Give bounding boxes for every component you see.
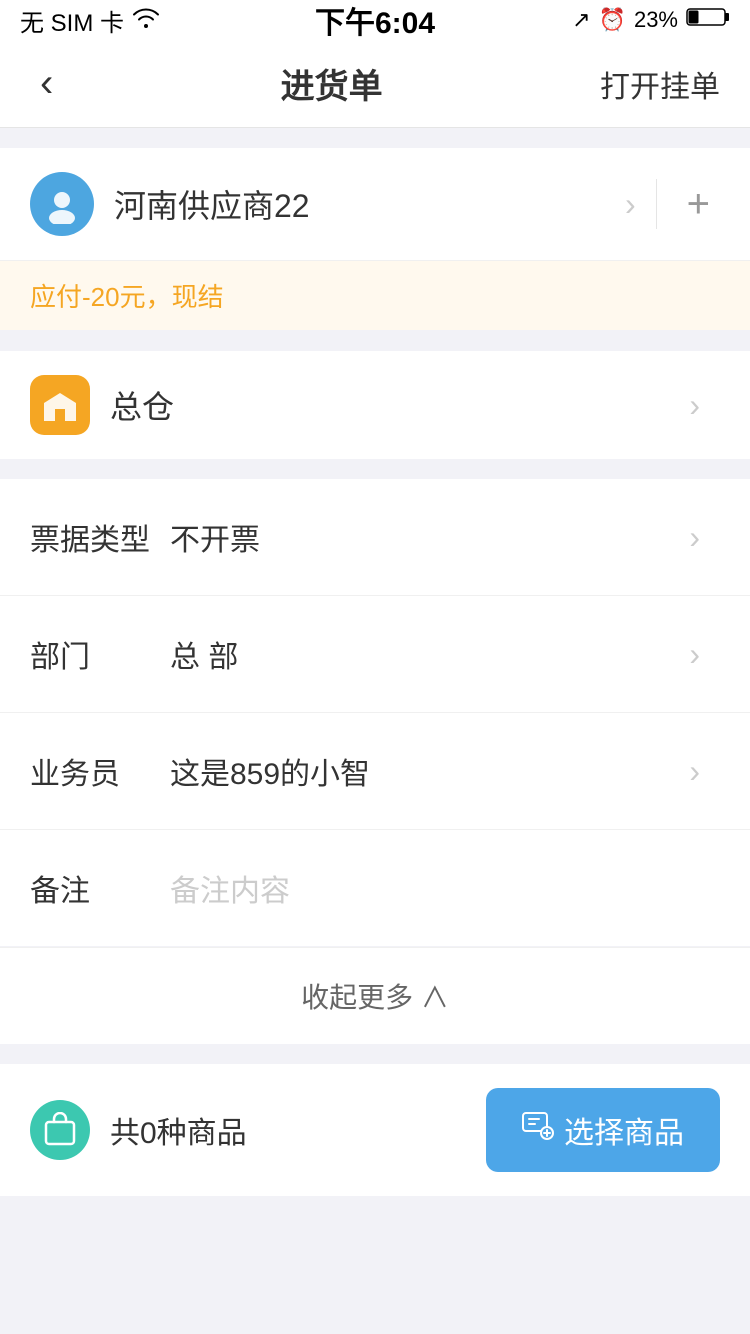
collapse-label: 收起更多 ∧ (301, 976, 449, 1016)
status-right: ↗ ⏰ 23% (572, 6, 730, 34)
remark-row[interactable]: 备注 备注内容 (0, 830, 750, 946)
carrier-label: 无 SIM 卡 (20, 3, 124, 38)
battery-icon (686, 6, 730, 34)
alarm-icon: ⏰ (599, 7, 626, 33)
remark-input[interactable]: 备注内容 (170, 866, 720, 910)
department-label: 部门 (30, 632, 170, 676)
warehouse-section: 总仓 › (0, 351, 750, 459)
department-chevron-icon: › (689, 636, 700, 673)
department-value: 总 部 (170, 632, 689, 676)
open-pending-button[interactable]: 打开挂单 (600, 62, 720, 106)
salesperson-label: 业务员 (30, 749, 170, 793)
warehouse-name: 总仓 (110, 382, 689, 428)
remark-label: 备注 (30, 866, 170, 910)
product-icon (30, 1100, 90, 1160)
location-icon: ↗ (572, 7, 590, 33)
collapse-button[interactable]: 收起更多 ∧ (0, 947, 750, 1044)
invoice-chevron-icon: › (689, 519, 700, 556)
supplier-section: 河南供应商22 › + 应付-20元，现结 (0, 148, 750, 330)
select-product-label: 选择商品 (564, 1108, 684, 1152)
select-product-icon (522, 1112, 554, 1148)
warehouse-row[interactable]: 总仓 › (0, 351, 750, 459)
department-row[interactable]: 部门 总 部 › (0, 596, 750, 713)
supplier-avatar (30, 172, 94, 236)
battery-label: 23% (634, 7, 678, 33)
divider-1 (0, 330, 750, 350)
status-bar: 无 SIM 卡 下午6:04 ↗ ⏰ 23% (0, 0, 750, 40)
add-supplier-button[interactable]: + (677, 182, 720, 227)
notice-bar: 应付-20元，现结 (0, 261, 750, 330)
status-time: 下午6:04 (315, 0, 435, 42)
status-left: 无 SIM 卡 (20, 3, 160, 38)
notice-text: 应付-20元，现结 (30, 282, 224, 312)
nav-bar: ‹ 进货单 打开挂单 (0, 40, 750, 128)
wifi-icon (132, 6, 160, 34)
supplier-row[interactable]: 河南供应商22 › + (0, 148, 750, 261)
back-button[interactable]: ‹ (30, 51, 63, 116)
top-divider (0, 128, 750, 148)
product-count-label: 共0种商品 (110, 1108, 486, 1152)
page-title: 进货单 (281, 59, 383, 108)
salesperson-chevron-icon: › (689, 753, 700, 790)
supplier-divider (656, 179, 657, 229)
supplier-chevron-icon: › (625, 186, 636, 223)
invoice-row[interactable]: 票据类型 不开票 › (0, 479, 750, 596)
salesperson-value: 这是859的小智 (170, 749, 689, 793)
invoice-value: 不开票 (170, 515, 689, 559)
warehouse-icon (30, 375, 90, 435)
bottom-section: 共0种商品 选择商品 (0, 1064, 750, 1196)
form-section: 票据类型 不开票 › 部门 总 部 › 业务员 这是859的小智 › 备注 备注… (0, 479, 750, 946)
salesperson-row[interactable]: 业务员 这是859的小智 › (0, 713, 750, 830)
select-product-button[interactable]: 选择商品 (486, 1088, 720, 1172)
warehouse-chevron-icon: › (689, 387, 700, 424)
supplier-name: 河南供应商22 (114, 181, 625, 227)
invoice-label: 票据类型 (30, 515, 170, 559)
